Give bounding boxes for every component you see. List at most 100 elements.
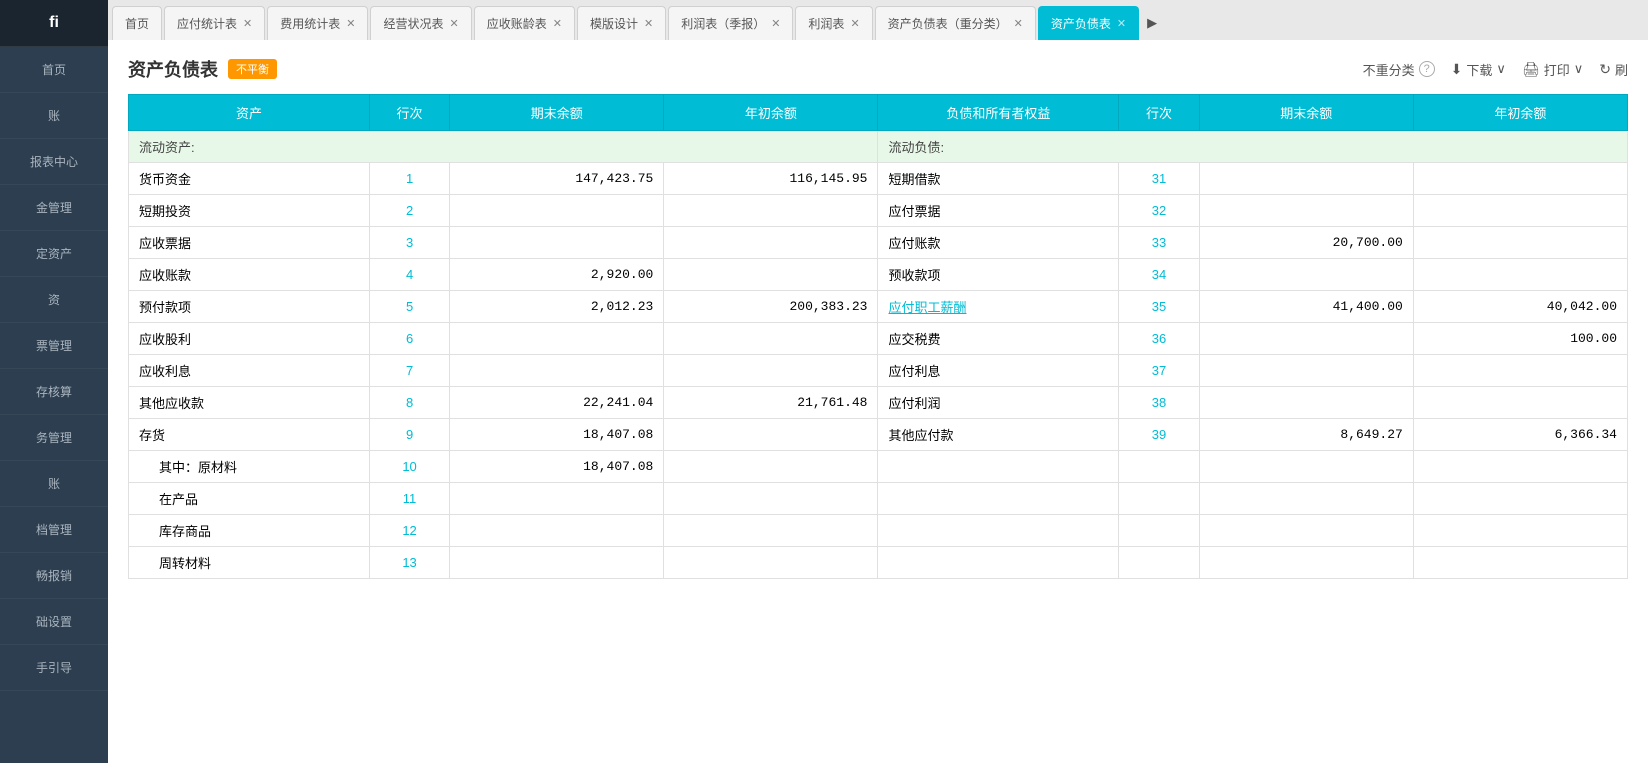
left-ending: 2,012.23 [450,291,664,323]
tab-label: 利润表 [808,15,844,32]
left-begin: 116,145.95 [664,163,878,195]
tab-home[interactable]: 首页 [112,6,162,40]
sidebar-item-home[interactable]: 首页 [0,47,108,93]
right-begin [1413,547,1627,579]
close-icon[interactable]: ✕ [850,17,859,30]
sidebar-item-finance[interactable]: 金管理 [0,185,108,231]
sidebar-item-report[interactable]: 报表中心 [0,139,108,185]
left-row-num: 5 [369,291,449,323]
left-begin [664,323,878,355]
left-row-num: 10 [369,451,449,483]
tab-label: 应付统计表 [177,15,237,32]
sidebar-item-settings[interactable]: 础设置 [0,599,108,645]
tab-operating[interactable]: 经营状况表 ✕ [370,6,471,40]
sidebar-item-account[interactable]: 账 [0,93,108,139]
tab-balance[interactable]: 资产负债表 ✕ [1038,6,1139,40]
right-ending [1199,547,1413,579]
sidebar-item-archive[interactable]: 档管理 [0,507,108,553]
tab-expense-stats[interactable]: 费用统计表 ✕ [267,6,368,40]
left-label: 短期投资 [129,195,370,227]
refresh-button[interactable]: ↻ 刷 [1599,60,1628,79]
left-begin [664,419,878,451]
page-header: 资产负债表 不平衡 不重分类 ? ⬇ 下载 ∨ 🖨 打印 ∨ [128,56,1628,82]
left-begin [664,547,878,579]
right-begin [1413,451,1627,483]
tab-profit[interactable]: 利润表 ✕ [795,6,872,40]
right-label: 应付账款 [878,227,1119,259]
header-begin-right: 年初余额 [1413,95,1627,131]
table-row: 库存商品 12 [129,515,1628,547]
header-row-num-right: 行次 [1119,95,1199,131]
left-label: 应收账款 [129,259,370,291]
sidebar-item-expense[interactable]: 畅报销 [0,553,108,599]
close-icon[interactable]: ✕ [243,17,252,30]
tab-payable-stats[interactable]: 应付统计表 ✕ [164,6,265,40]
right-begin [1413,259,1627,291]
no-reclassify-label: 不重分类 [1363,60,1415,79]
table-row: 其他应收款 8 22,241.04 21,761.48 应付利润 38 [129,387,1628,419]
left-row-num: 7 [369,355,449,387]
right-row-num [1119,451,1199,483]
close-icon[interactable]: ✕ [450,17,459,30]
right-label [878,451,1119,483]
left-row-num: 6 [369,323,449,355]
close-icon[interactable]: ✕ [644,17,653,30]
sidebar-item-guide[interactable]: 手引导 [0,645,108,691]
left-label: 其他应收款 [129,387,370,419]
no-reclassify-button[interactable]: 不重分类 ? [1363,60,1435,79]
print-button[interactable]: 🖨 打印 ∨ [1522,60,1583,79]
right-ending [1199,163,1413,195]
right-begin: 40,042.00 [1413,291,1627,323]
close-icon[interactable]: ✕ [346,17,355,30]
close-icon[interactable]: ✕ [771,17,780,30]
sidebar-item-invoice[interactable]: 票管理 [0,323,108,369]
close-icon[interactable]: ✕ [1117,17,1126,30]
sidebar-item-capital[interactable]: 资 [0,277,108,323]
header-row-num-left: 行次 [369,95,449,131]
right-row-num: 36 [1119,323,1199,355]
left-begin [664,355,878,387]
right-label: 应交税费 [878,323,1119,355]
refresh-icon: ↻ [1599,61,1611,78]
sidebar-item-tax[interactable]: 务管理 [0,415,108,461]
close-icon[interactable]: ✕ [1014,17,1023,30]
right-section-label: 流动负债: [878,131,1628,163]
tab-profit-quarterly[interactable]: 利润表（季报） ✕ [668,6,793,40]
left-label: 在产品 [129,483,370,515]
right-label: 短期借款 [878,163,1119,195]
left-row-num: 8 [369,387,449,419]
left-begin: 21,761.48 [664,387,878,419]
right-row-num: 35 [1119,291,1199,323]
left-ending [450,227,664,259]
right-ending: 20,700.00 [1199,227,1413,259]
table-row: 在产品 11 [129,483,1628,515]
left-label: 预付款项 [129,291,370,323]
right-ending: 41,400.00 [1199,291,1413,323]
right-row-num [1119,483,1199,515]
left-begin [664,227,878,259]
close-icon[interactable]: ✕ [553,17,562,30]
right-label[interactable]: 应付职工薪酬 [878,291,1119,323]
tab-receivable-aging[interactable]: 应收账龄表 ✕ [474,6,575,40]
tab-label: 模版设计 [590,15,638,32]
tab-label: 资产负债表（重分类） [888,15,1008,32]
sidebar-item-assets[interactable]: 定资产 [0,231,108,277]
right-ending [1199,483,1413,515]
right-row-num: 33 [1119,227,1199,259]
left-ending [450,515,664,547]
left-row-num: 9 [369,419,449,451]
tab-template-design[interactable]: 模版设计 ✕ [577,6,666,40]
tab-scroll-right[interactable]: ▶ [1141,6,1163,40]
left-ending: 18,407.08 [450,419,664,451]
tab-label: 利润表（季报） [681,15,765,32]
table-row: 应收账款 4 2,920.00 预收款项 34 [129,259,1628,291]
help-icon[interactable]: ? [1419,61,1435,77]
right-ending [1199,451,1413,483]
sidebar-item-inventory[interactable]: 存核算 [0,369,108,415]
sidebar-item-ledger[interactable]: 账 [0,461,108,507]
right-ending: 8,649.27 [1199,419,1413,451]
download-chevron-icon: ∨ [1496,61,1506,77]
left-ending [450,323,664,355]
tab-balance-reclassify[interactable]: 资产负债表（重分类） ✕ [875,6,1036,40]
download-button[interactable]: ⬇ 下载 ∨ [1451,60,1506,79]
